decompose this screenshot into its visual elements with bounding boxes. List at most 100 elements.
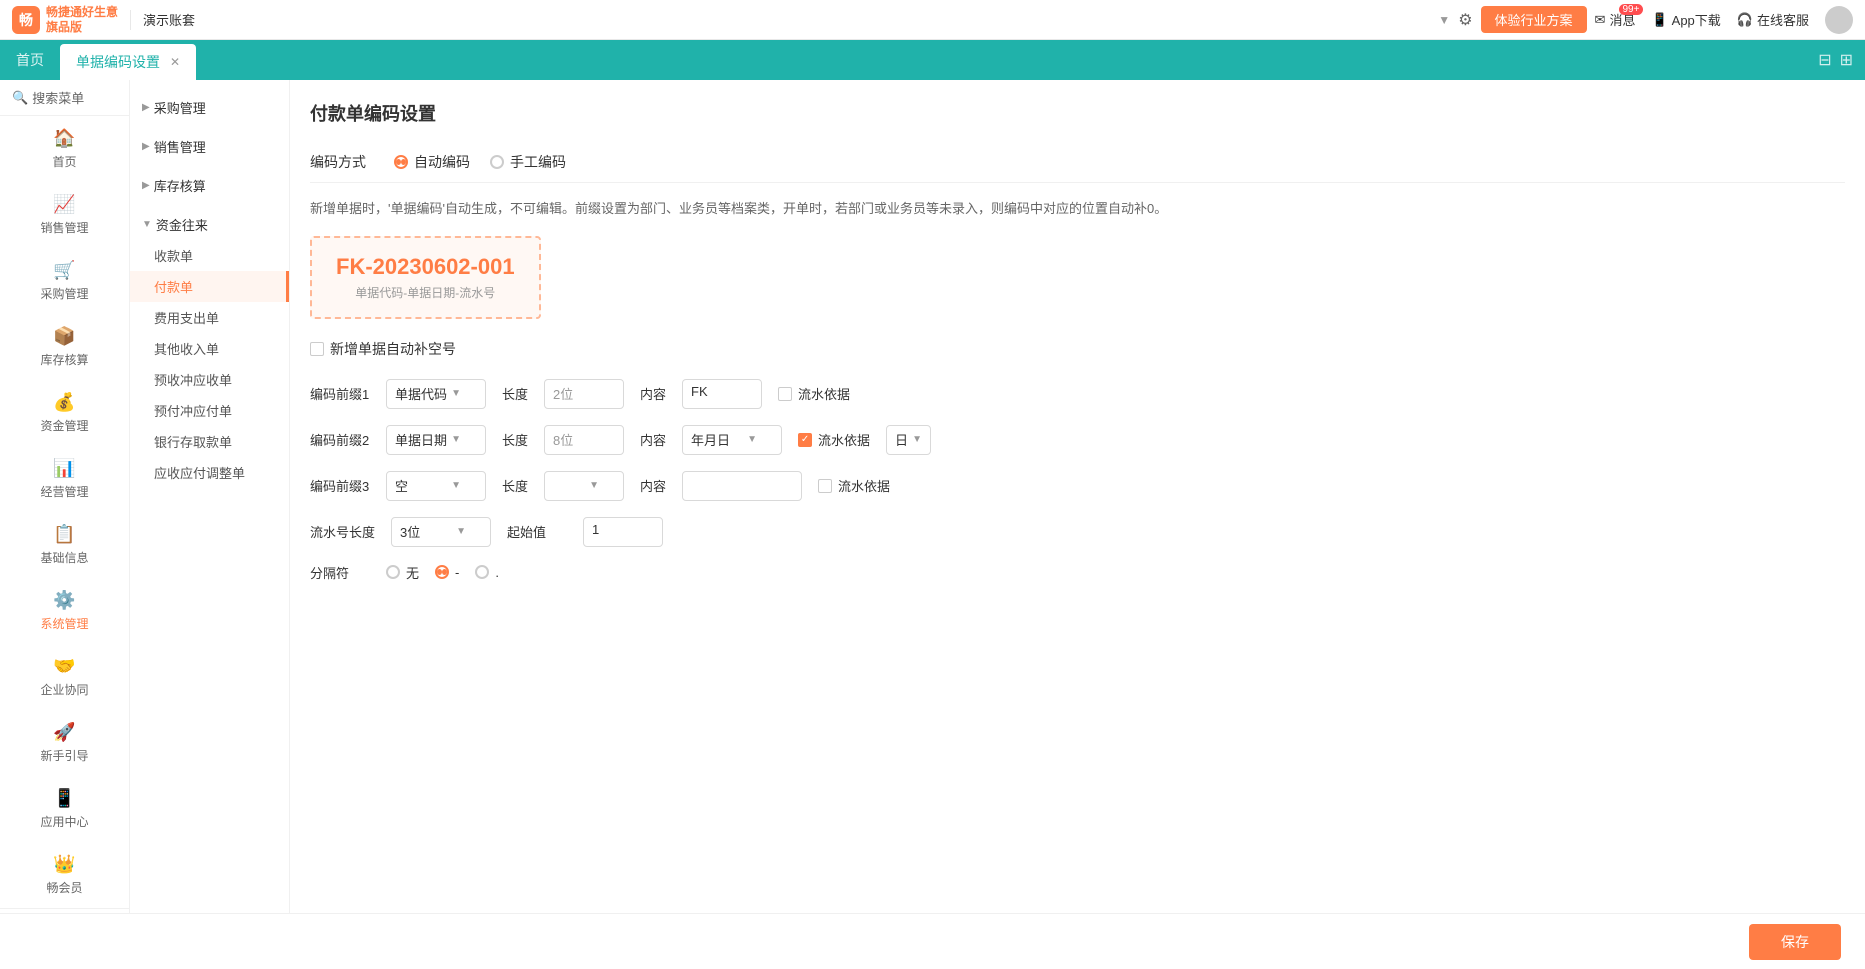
tab-home[interactable]: 首页: [0, 40, 60, 80]
prefix3-content-input[interactable]: [682, 471, 802, 501]
sidebar-item-enterprise[interactable]: 🤝 企业协同: [0, 644, 129, 710]
menu-item-receipt[interactable]: 收款单: [130, 240, 289, 271]
page-content: 付款单编码设置 编码方式 自动编码 手工编码 新增单据时，'单据编码'自动生成，…: [290, 80, 1865, 913]
tab-encode-settings[interactable]: 单据编码设置 ✕: [60, 44, 196, 80]
sidebar-item-home[interactable]: 🏠 首页: [0, 116, 129, 182]
prefix1-serial-check-box[interactable]: [778, 387, 792, 401]
menu-group-capital-title[interactable]: ▼ 资金往来: [130, 209, 289, 240]
search-menu[interactable]: 🔍 搜索菜单: [0, 80, 129, 116]
sidebar-item-operations[interactable]: 📊 经营管理: [0, 446, 129, 512]
sidebar-item-guide[interactable]: 🚀 新手引导: [0, 710, 129, 776]
user-avatar[interactable]: [1825, 6, 1853, 34]
maximize-icon[interactable]: ⊞: [1840, 50, 1853, 70]
org-dropdown-arrow[interactable]: ▼: [1438, 13, 1450, 27]
prefix2-content-select[interactable]: 年月日 ▼: [682, 425, 782, 455]
prefix1-content-label: 内容: [640, 384, 666, 403]
manual-encode-option[interactable]: 手工编码: [490, 152, 566, 172]
prefix2-day-select[interactable]: 日 ▼: [886, 425, 931, 455]
prefix2-serial-checkbox[interactable]: ✓ 流水依据: [798, 430, 870, 449]
auto-encode-radio[interactable]: [394, 155, 408, 169]
app-download-button[interactable]: 📱 App下载: [1651, 10, 1720, 29]
prefix3-serial-check-box[interactable]: [818, 479, 832, 493]
app-icon: 📱: [1651, 12, 1667, 28]
sales-icon: 📈: [53, 194, 75, 215]
guide-icon: 🚀: [53, 722, 75, 743]
menu-item-adjustment[interactable]: 应收应付调整单: [130, 457, 289, 488]
save-button[interactable]: 保存: [1749, 924, 1841, 960]
prefix3-serial-checkbox[interactable]: 流水依据: [818, 476, 890, 495]
info-text: 新增单据时，'单据编码'自动生成，不可编辑。前缀设置为部门、业务员等档案类，开单…: [310, 199, 1845, 220]
menu-item-pre-receipt[interactable]: 预收冲应收单: [130, 364, 289, 395]
tab-encode-settings-label: 单据编码设置: [76, 52, 160, 72]
prefix2-serial-check-box[interactable]: ✓: [798, 433, 812, 447]
prefix1-content-input[interactable]: FK: [682, 379, 762, 409]
prefix3-select[interactable]: 空 ▼: [386, 471, 486, 501]
message-button[interactable]: ✉ 消息 99+: [1595, 10, 1636, 29]
prefix1-select[interactable]: 单据代码 ▼: [386, 379, 486, 409]
member-icon: 👑: [53, 854, 75, 875]
minimize-icon[interactable]: ⊟: [1818, 50, 1831, 70]
menu-item-expense[interactable]: 费用支出单: [130, 302, 289, 333]
finance-icon: 💰: [53, 392, 75, 413]
serial-length-select[interactable]: 3位 ▼: [391, 517, 491, 547]
auto-encode-option[interactable]: 自动编码: [394, 152, 470, 172]
sep-dot-option[interactable]: .: [475, 565, 499, 580]
prefix3-length-arrow: ▼: [589, 480, 599, 491]
sep-none-radio[interactable]: [386, 565, 400, 579]
sidebar: 🔍 搜索菜单 🏠 首页 📈 销售管理 🛒 采购管理 📦 库存核算 💰 资金管理 …: [0, 80, 130, 913]
prefix3-label: 编码前缀3: [310, 476, 370, 495]
tab-close-icon[interactable]: ✕: [170, 55, 180, 69]
prefix1-length-input[interactable]: 2位: [544, 379, 624, 409]
prefix1-serial-checkbox[interactable]: 流水依据: [778, 384, 850, 403]
serial-row: 流水号长度 3位 ▼ 起始值 1: [310, 517, 1845, 547]
menu-item-payment[interactable]: 付款单: [130, 271, 289, 302]
trial-button[interactable]: 体验行业方案: [1481, 6, 1587, 33]
operations-icon: 📊: [53, 458, 75, 479]
auto-fill-checkbox[interactable]: [310, 342, 324, 356]
service-button[interactable]: 🎧 在线客服: [1737, 10, 1809, 29]
serial-start-label: 起始值: [507, 522, 567, 541]
home-icon: 🏠: [53, 128, 75, 149]
sidebar-item-inventory[interactable]: 📦 库存核算: [0, 314, 129, 380]
sidebar-item-sales[interactable]: 📈 销售管理: [0, 182, 129, 248]
sidebar-item-purchase[interactable]: 🛒 采购管理: [0, 248, 129, 314]
message-icon: ✉: [1595, 12, 1606, 28]
prefix1-select-arrow: ▼: [451, 388, 461, 399]
sidebar-item-apps[interactable]: 📱 应用中心: [0, 776, 129, 842]
tabbar-actions: ⊟ ⊞: [1818, 50, 1865, 70]
prefix1-row: 编码前缀1 单据代码 ▼ 长度 2位 内容 FK 流水依据: [310, 379, 1845, 409]
prefix2-content-arrow: ▼: [747, 434, 757, 445]
menu-group-purchase-title[interactable]: ▶ 采购管理: [130, 92, 289, 123]
prefix2-select[interactable]: 单据日期 ▼: [386, 425, 486, 455]
service-icon: 🎧: [1737, 12, 1753, 28]
sep-dash-radio[interactable]: [435, 565, 449, 579]
prefix3-select-arrow: ▼: [451, 480, 461, 491]
encoding-method-row: 编码方式 自动编码 手工编码: [310, 142, 1845, 183]
menu-group-sales: ▶ 销售管理: [130, 127, 289, 166]
left-menu: ▶ 采购管理 ▶ 销售管理 ▶ 库存核算 ▼ 资金往来: [130, 80, 290, 913]
day-select-arrow: ▼: [912, 434, 922, 445]
sidebar-item-finance[interactable]: 💰 资金管理: [0, 380, 129, 446]
purchase-icon: 🛒: [53, 260, 75, 281]
sep-dot-radio[interactable]: [475, 565, 489, 579]
settings-icon[interactable]: ⚙: [1458, 10, 1472, 30]
menu-group-sales-title[interactable]: ▶ 销售管理: [130, 131, 289, 162]
logo-text: 畅捷通好生意 旗品版: [46, 5, 118, 34]
sep-dash-option[interactable]: -: [435, 565, 459, 580]
prefix3-length-select[interactable]: ▼: [544, 471, 624, 501]
menu-item-bank[interactable]: 银行存取款单: [130, 426, 289, 457]
menu-item-pre-payment[interactable]: 预付冲应付单: [130, 395, 289, 426]
menu-group-inventory-title[interactable]: ▶ 库存核算: [130, 170, 289, 201]
sidebar-item-member[interactable]: 👑 畅会员: [0, 842, 129, 908]
sep-none-option[interactable]: 无: [386, 563, 419, 582]
serial-length-label: 流水号长度: [310, 522, 375, 541]
sidebar-item-system[interactable]: ⚙️ 系统管理: [0, 578, 129, 644]
arrow-icon: ▶: [142, 141, 150, 152]
message-badge: 99+: [1619, 4, 1644, 15]
menu-item-other-income[interactable]: 其他收入单: [130, 333, 289, 364]
prefix2-length-input[interactable]: 8位: [544, 425, 624, 455]
sidebar-item-base-info[interactable]: 📋 基础信息: [0, 512, 129, 578]
manual-encode-radio[interactable]: [490, 155, 504, 169]
serial-start-input[interactable]: 1: [583, 517, 663, 547]
separator-radio-group: 无 - .: [386, 563, 499, 582]
